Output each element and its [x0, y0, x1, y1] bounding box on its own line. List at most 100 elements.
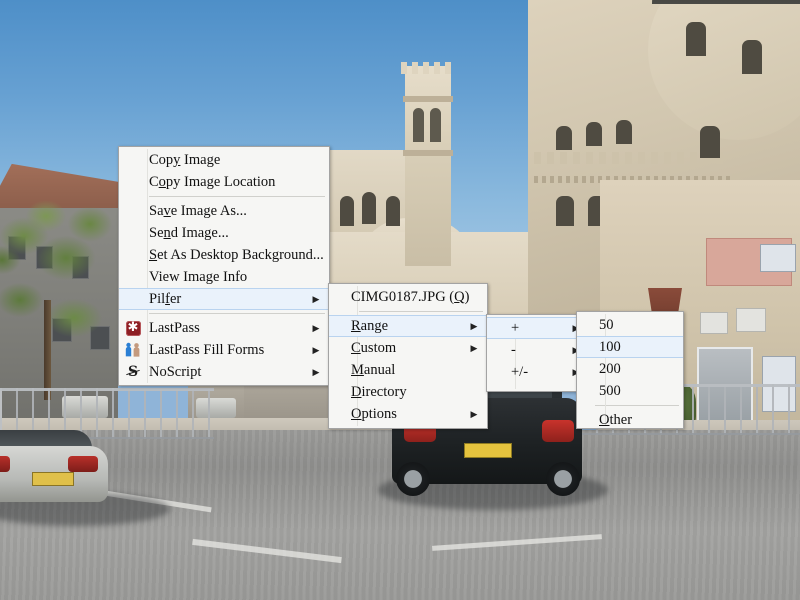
tower-band	[403, 96, 453, 102]
wall-poster	[760, 244, 796, 272]
menu-item-current-image-file[interactable]: CIMG0187.JPG (Q)	[329, 286, 487, 308]
chevron-right-icon: ▶	[312, 323, 320, 333]
menu-item-amount-200[interactable]: 200	[577, 358, 683, 380]
lastpass-forms-icon	[125, 342, 140, 357]
menu-separator	[149, 313, 325, 314]
tower-arch-window	[413, 108, 424, 142]
menu-item-set-as-desktop-background[interactable]: Set As Desktop Background...	[119, 244, 329, 266]
menu-item-range-minus[interactable]: - ▶	[487, 339, 589, 361]
menu-separator	[595, 405, 679, 406]
menu-item-copy-image-location[interactable]: Copy Image Location	[119, 171, 329, 193]
menu-item-range[interactable]: Range ▶	[329, 315, 487, 337]
menu-item-label: 100	[599, 339, 621, 355]
sedan-taillight	[68, 456, 98, 472]
tree-foliage	[0, 196, 112, 386]
menu-item-label: Directory	[351, 384, 407, 400]
menu-item-custom[interactable]: Custom ▶	[329, 337, 487, 359]
suv-wheel	[396, 462, 430, 496]
menu-item-amount-500[interactable]: 500	[577, 380, 683, 402]
rotunda-roof	[652, 0, 800, 4]
arched-window	[340, 196, 354, 226]
menu-icon-slot	[119, 171, 147, 193]
menu-item-label: CIMG0187.JPG (Q)	[351, 289, 470, 305]
menu-item-copy-image[interactable]: Copy Image	[119, 149, 329, 171]
screenshot-root: Copy Image Copy Image Location Save Imag…	[0, 0, 800, 600]
menu-icon-slot	[119, 266, 147, 288]
noscript-icon: S	[125, 364, 141, 380]
chevron-right-icon: ▶	[312, 345, 320, 355]
menu-item-manual[interactable]: Manual	[329, 359, 487, 381]
menu-item-label: Options	[351, 406, 397, 422]
menu-icon-slot	[119, 244, 147, 266]
menu-item-label: Set As Desktop Background...	[149, 247, 324, 263]
arched-window	[386, 196, 400, 226]
menu-separator	[359, 311, 483, 312]
arched-window	[362, 192, 376, 224]
menu-item-view-image-info[interactable]: View Image Info	[119, 266, 329, 288]
menu-icon-slot	[119, 222, 147, 244]
menu-item-label: Custom	[351, 340, 397, 356]
menu-item-amount-other[interactable]: Other	[577, 409, 683, 431]
menu-item-range-plus-minus[interactable]: +/- ▶	[487, 361, 589, 383]
arched-window	[686, 22, 706, 56]
menu-item-label: NoScript	[149, 364, 202, 380]
menu-item-send-image[interactable]: Send Image...	[119, 222, 329, 244]
menu-item-options[interactable]: Options ▶	[329, 403, 487, 425]
menu-icon-slot: S	[119, 361, 147, 383]
arched-window	[616, 120, 632, 144]
suv-license-plate	[464, 443, 512, 458]
chevron-right-icon: ▶	[470, 343, 478, 353]
menu-item-label: 50	[599, 317, 614, 333]
menu-item-label: Manual	[351, 362, 396, 378]
menu-item-label: Send Image...	[149, 225, 229, 241]
menu-icon-slot	[119, 339, 147, 361]
tree-trunk	[44, 300, 51, 400]
menu-item-noscript[interactable]: S NoScript ▶	[119, 361, 329, 383]
menu-item-label: LastPass Fill Forms	[149, 342, 265, 358]
menu-item-label: 200	[599, 361, 621, 377]
pilfer-submenu[interactable]: CIMG0187.JPG (Q) Range ▶ Custom ▶ Manual…	[328, 283, 488, 429]
tower-band	[403, 150, 453, 156]
menu-item-label: Range	[351, 318, 389, 334]
chevron-right-icon: ▶	[470, 409, 478, 419]
arched-window	[556, 126, 572, 150]
range-submenu[interactable]: + ▶ - ▶ +/- ▶	[486, 314, 590, 392]
arched-window	[586, 122, 602, 146]
menu-item-label: Copy Image	[149, 152, 221, 168]
suv-wheel	[546, 462, 580, 496]
sedan-taillight	[0, 456, 10, 472]
air-conditioner	[736, 308, 766, 332]
arched-window	[556, 196, 574, 226]
menu-item-label: Save Image As...	[149, 203, 247, 219]
menu-item-label: +	[511, 320, 520, 336]
lastpass-icon: ✱	[125, 320, 141, 336]
menu-separator	[149, 196, 325, 197]
arched-window	[700, 126, 720, 158]
menu-item-label: +/-	[511, 364, 529, 380]
menu-item-label: -	[511, 342, 516, 358]
chevron-right-icon: ▶	[470, 321, 478, 331]
menu-item-label: View Image Info	[149, 269, 248, 285]
menu-icon-slot: ✱	[119, 317, 147, 339]
tower-crenellation	[401, 62, 455, 74]
menu-item-save-image-as[interactable]: Save Image As...	[119, 200, 329, 222]
menu-item-label: Pilfer	[149, 291, 182, 307]
menu-item-amount-100[interactable]: 100	[577, 336, 683, 358]
menu-icon-slot	[119, 149, 147, 171]
menu-item-amount-50[interactable]: 50	[577, 314, 683, 336]
menu-item-label: Copy Image Location	[149, 174, 276, 190]
range-amount-submenu[interactable]: 50 100 200 500 Other	[576, 311, 684, 429]
chevron-right-icon: ▶	[312, 294, 320, 304]
menu-item-lastpass-fill-forms[interactable]: LastPass Fill Forms ▶	[119, 339, 329, 361]
arched-window	[742, 40, 762, 74]
air-conditioner	[700, 312, 728, 334]
image-context-menu[interactable]: Copy Image Copy Image Location Save Imag…	[118, 146, 330, 386]
menu-icon-slot	[119, 200, 147, 222]
sedan-license-plate	[32, 472, 74, 486]
menu-item-range-plus[interactable]: + ▶	[487, 317, 589, 339]
menu-item-label: LastPass	[149, 320, 200, 336]
menu-item-pilfer[interactable]: Pilfer ▶	[119, 288, 329, 310]
menu-item-lastpass[interactable]: ✱ LastPass ▶	[119, 317, 329, 339]
menu-item-directory[interactable]: Directory	[329, 381, 487, 403]
menu-item-label: Other	[599, 412, 633, 428]
